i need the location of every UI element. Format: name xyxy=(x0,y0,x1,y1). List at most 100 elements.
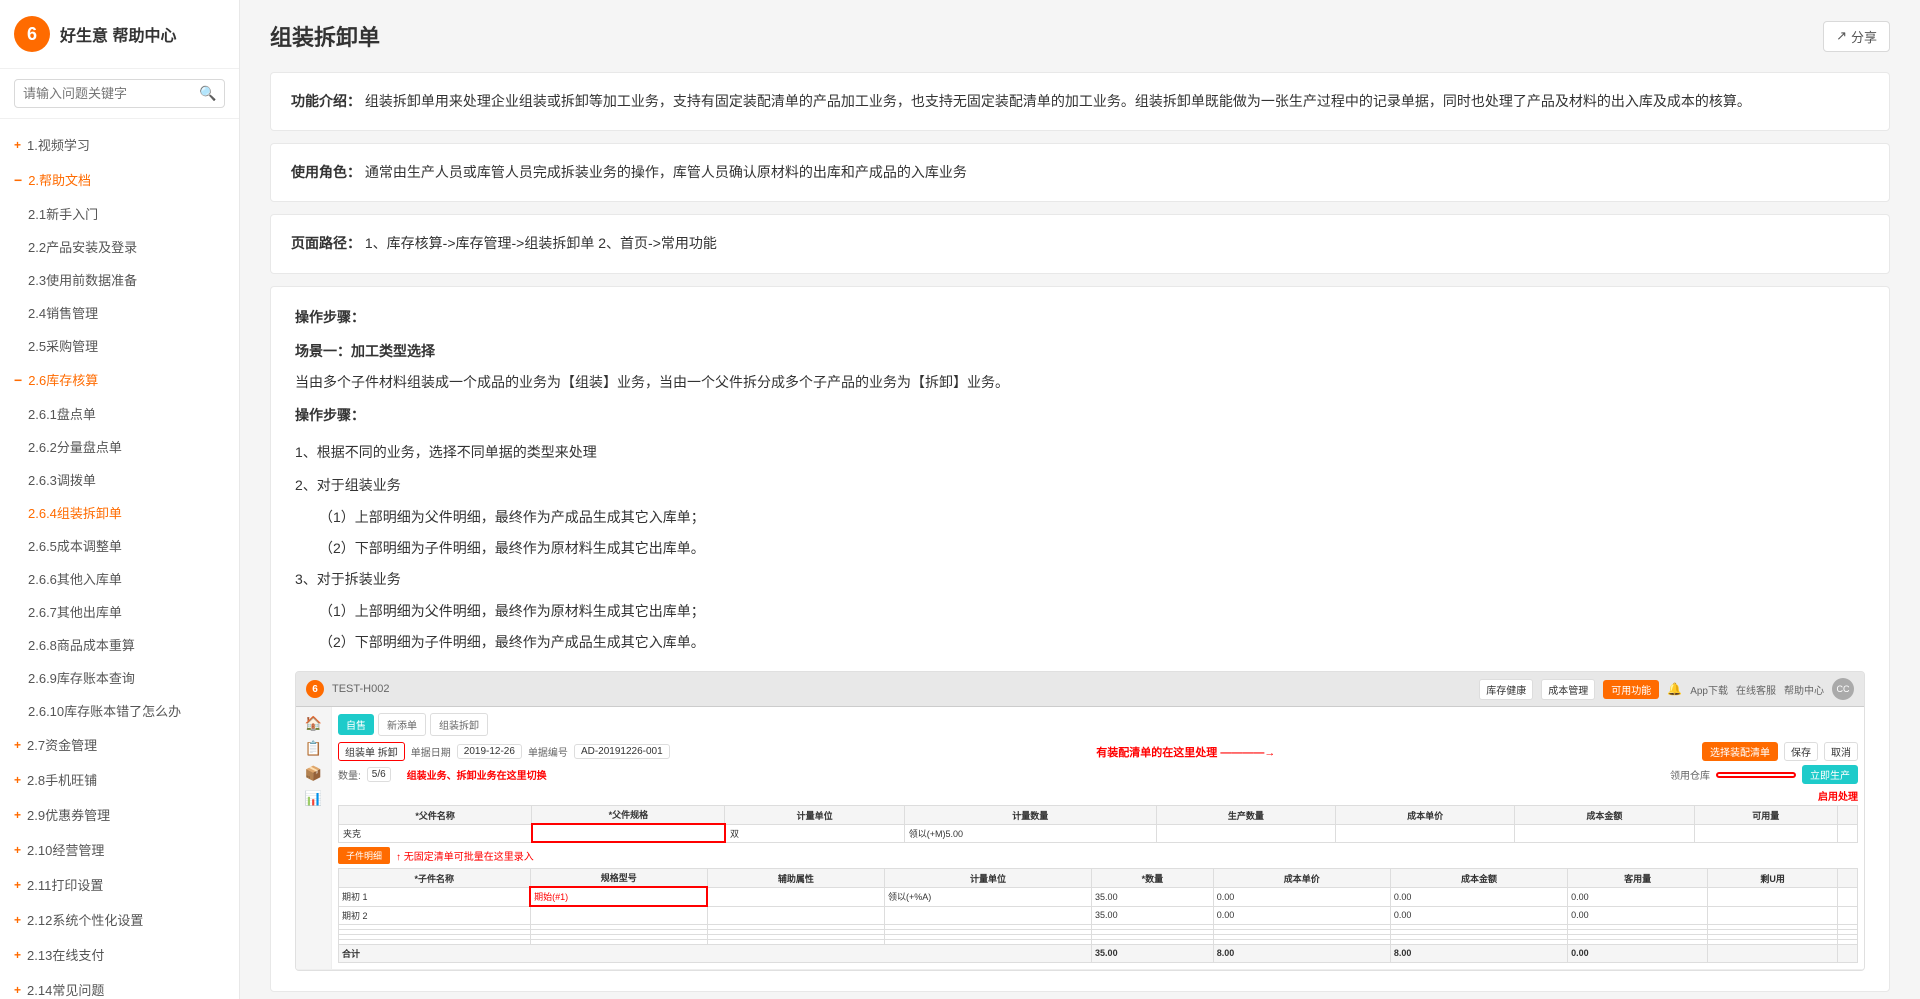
mock-warehouse-label: 领用仓库 xyxy=(1670,767,1710,782)
mock-btn-cost[interactable]: 成本管理 xyxy=(1541,679,1595,700)
mock-logo: 6 xyxy=(306,680,324,698)
sidebar-item-custom[interactable]: + 2.12系统个性化设置 xyxy=(0,902,239,937)
step3a: （1）上部明细为父件明细，最终作为原材料生成其它出库单； xyxy=(319,598,1865,625)
mock-parent-table: *父件名称 *父件规格 计量单位 计量数量 生产数量 成本单价 成本金额 可用量 xyxy=(338,805,1858,843)
sidebar: 6 好生意 帮助中心 🔍 + 1.视频学习 − 2.帮助文档 2.1新手入门 2… xyxy=(0,0,240,999)
sidebar-item-inventory-label: 2.6库存核算 xyxy=(28,370,98,389)
sidebar-item-sub-stock[interactable]: 2.6.2分量盘点单 xyxy=(0,430,239,463)
mock-sub-label: 子件明细 xyxy=(338,847,390,864)
mock-qty-val: 5/6 xyxy=(367,767,391,782)
sidebar-item-mobile[interactable]: + 2.8手机旺铺 xyxy=(0,762,239,797)
mock-nav-app: App下载 xyxy=(1690,682,1728,697)
sidebar-item-finance-label: 2.7资金管理 xyxy=(27,735,97,754)
sidebar-item-biz[interactable]: + 2.10经营管理 xyxy=(0,832,239,867)
plus-icon-mobile: + xyxy=(14,773,21,787)
minus-icon-inventory: − xyxy=(14,372,22,388)
mock-annotation-3: 启用处理 xyxy=(1818,788,1858,803)
mock-form-row1: 组装单 拆卸 单据日期 2019-12-26 单据编号 AD-20191226-… xyxy=(338,742,1858,761)
logo-icon: 6 xyxy=(14,16,50,52)
plus-icon-print: + xyxy=(14,878,21,892)
sidebar-item-assembly[interactable]: 2.6.4组装拆卸单 xyxy=(0,496,239,529)
sidebar-item-online-pay-label: 2.13在线支付 xyxy=(27,945,104,964)
sidebar-item-coupon-label: 2.9优惠券管理 xyxy=(27,805,110,824)
sidebar-item-faq-label: 2.14常见问题 xyxy=(27,980,104,999)
sidebar-item-help-docs-label: 2.帮助文档 xyxy=(28,170,91,189)
logo-text: 好生意 帮助中心 xyxy=(60,22,176,46)
sidebar-item-finance[interactable]: + 2.7资金管理 xyxy=(0,727,239,762)
mock-child-table: *子件名称 规格型号 辅助属性 计量单位 *数量 成本单价 成本金额 客用量 剩… xyxy=(338,868,1858,963)
page-title: 组装拆卸单 xyxy=(270,20,380,52)
intro-card: 功能介绍： 组装拆卸单用来处理企业组装或拆卸等加工业务，支持有固定装配清单的产品… xyxy=(270,72,1890,131)
step2: 2、对于组装业务 xyxy=(295,472,1865,499)
mock-nav-service: 在线客服 xyxy=(1736,682,1776,697)
role-text: 通常由生产人员或库管人员完成拆装业务的操作，库管人员确认原材料的出库和产成品的入… xyxy=(365,164,967,180)
sidebar-item-faq[interactable]: + 2.14常见问题 xyxy=(0,972,239,999)
sidebar-item-stock-take[interactable]: 2.6.1盘点单 xyxy=(0,397,239,430)
screenshot-container: 6 TEST-H002 库存健康 成本管理 可用功能 🔔 App下载 在线客服 … xyxy=(295,671,1865,971)
mock-bill-type[interactable]: 组装单 拆卸 xyxy=(338,742,405,761)
main-content: 组装拆卸单 ↗ 分享 功能介绍： 组装拆卸单用来处理企业组装或拆卸等加工业务，支… xyxy=(240,0,1920,999)
search-input-wrap: 🔍 xyxy=(14,79,225,108)
mock-billno-label: 单据编号 xyxy=(528,744,568,759)
plus-icon-online-pay: + xyxy=(14,948,21,962)
sidebar-item-purchase[interactable]: 2.5采购管理 xyxy=(0,329,239,362)
sidebar-item-video[interactable]: + 1.视频学习 xyxy=(0,127,239,162)
sidebar-item-stock-query[interactable]: 2.6.9库存账本查询 xyxy=(0,661,239,694)
mock-warehouse-val[interactable] xyxy=(1716,772,1796,778)
mock-user-avatar: CC xyxy=(1832,678,1854,700)
minus-icon: − xyxy=(14,172,22,188)
search-input[interactable] xyxy=(23,86,199,101)
mock-btn-stock[interactable]: 库存健康 xyxy=(1479,679,1533,700)
page-header: 组装拆卸单 ↗ 分享 xyxy=(270,20,1890,52)
sidebar-item-cost-adj[interactable]: 2.6.5成本调整单 xyxy=(0,529,239,562)
mock-annotation3-row: 启用处理 xyxy=(338,788,1858,803)
search-area: 🔍 xyxy=(0,69,239,119)
sidebar-item-install[interactable]: 2.2产品安装及登录 xyxy=(0,230,239,263)
mock-btn-cancel[interactable]: 取消 xyxy=(1824,742,1858,761)
sidebar-item-stock-err[interactable]: 2.6.10库存账本错了怎么办 xyxy=(0,694,239,727)
plus-icon: + xyxy=(14,138,21,152)
sidebar-item-new-user[interactable]: 2.1新手入门 xyxy=(0,197,239,230)
step2a: （1）上部明细为父件明细，最终作为产成品生成其它入库单； xyxy=(319,504,1865,531)
sidebar-item-online-pay[interactable]: + 2.13在线支付 xyxy=(0,937,239,972)
share-button[interactable]: ↗ 分享 xyxy=(1823,21,1890,52)
mock-tab-assembly[interactable]: 组装拆卸 xyxy=(430,713,488,736)
sidebar-item-custom-label: 2.12系统个性化设置 xyxy=(27,910,143,929)
plus-icon-coupon: + xyxy=(14,808,21,822)
scene1-desc: 当由多个子件材料组装成一个成品的业务为【组装】业务，当由一个父件拆分成多个子产品… xyxy=(295,369,1865,396)
mock-side-icons: 🏠 📋 📦 📊 xyxy=(296,707,332,969)
sidebar-item-coupon[interactable]: + 2.9优惠券管理 xyxy=(0,797,239,832)
plus-icon-custom: + xyxy=(14,913,21,927)
path-label: 页面路径： xyxy=(291,235,361,251)
sidebar-item-adjust[interactable]: 2.6.3调拨单 xyxy=(0,463,239,496)
sidebar-item-sales[interactable]: 2.4销售管理 xyxy=(0,296,239,329)
logo-area: 6 好生意 帮助中心 xyxy=(0,0,239,69)
sidebar-item-goods-cost[interactable]: 2.6.8商品成本重算 xyxy=(0,628,239,661)
search-icon[interactable]: 🔍 xyxy=(199,85,216,102)
step1: 1、根据不同的业务，选择不同单据的类型来处理 xyxy=(295,439,1865,466)
mock-btn-select-bom[interactable]: 选择装配清单 xyxy=(1702,742,1778,761)
mock-btn-save[interactable]: 保存 xyxy=(1784,742,1818,761)
mock-tab-active[interactable]: 自售 xyxy=(338,714,374,735)
sidebar-item-mobile-label: 2.8手机旺铺 xyxy=(27,770,97,789)
mock-btn-func[interactable]: 可用功能 xyxy=(1603,680,1659,699)
sidebar-item-data-prep[interactable]: 2.3使用前数据准备 xyxy=(0,263,239,296)
mock-nav-help: 帮助中心 xyxy=(1784,682,1824,697)
ops-steps-title: 操作步骤： xyxy=(295,405,1865,425)
mock-date-val: 2019-12-26 xyxy=(457,744,522,759)
mock-form-row2: 数量: 5/6 组装业务、拆卸业务在这里切换 领用仓库 立即生产 xyxy=(338,765,1858,784)
mock-annotation-2: 组装业务、拆卸业务在这里切换 xyxy=(407,767,547,782)
sidebar-item-help-docs[interactable]: − 2.帮助文档 xyxy=(0,162,239,197)
sidebar-item-inventory[interactable]: − 2.6库存核算 xyxy=(0,362,239,397)
sidebar-item-other-out[interactable]: 2.6.7其他出库单 xyxy=(0,595,239,628)
share-icon: ↗ xyxy=(1836,28,1847,44)
mock-icon-notif: 🔔 xyxy=(1667,682,1682,696)
sidebar-item-other-in[interactable]: 2.6.6其他入库单 xyxy=(0,562,239,595)
plus-icon-faq: + xyxy=(14,983,21,997)
mock-tab-new[interactable]: 新添单 xyxy=(378,713,426,736)
plus-icon-finance: + xyxy=(14,738,21,752)
sidebar-item-print[interactable]: + 2.11打印设置 xyxy=(0,867,239,902)
mock-billno-val: AD-20191226-001 xyxy=(574,744,670,759)
mock-btn-confirm[interactable]: 立即生产 xyxy=(1802,765,1858,784)
nav-list: + 1.视频学习 − 2.帮助文档 2.1新手入门 2.2产品安装及登录 2.3… xyxy=(0,119,239,999)
